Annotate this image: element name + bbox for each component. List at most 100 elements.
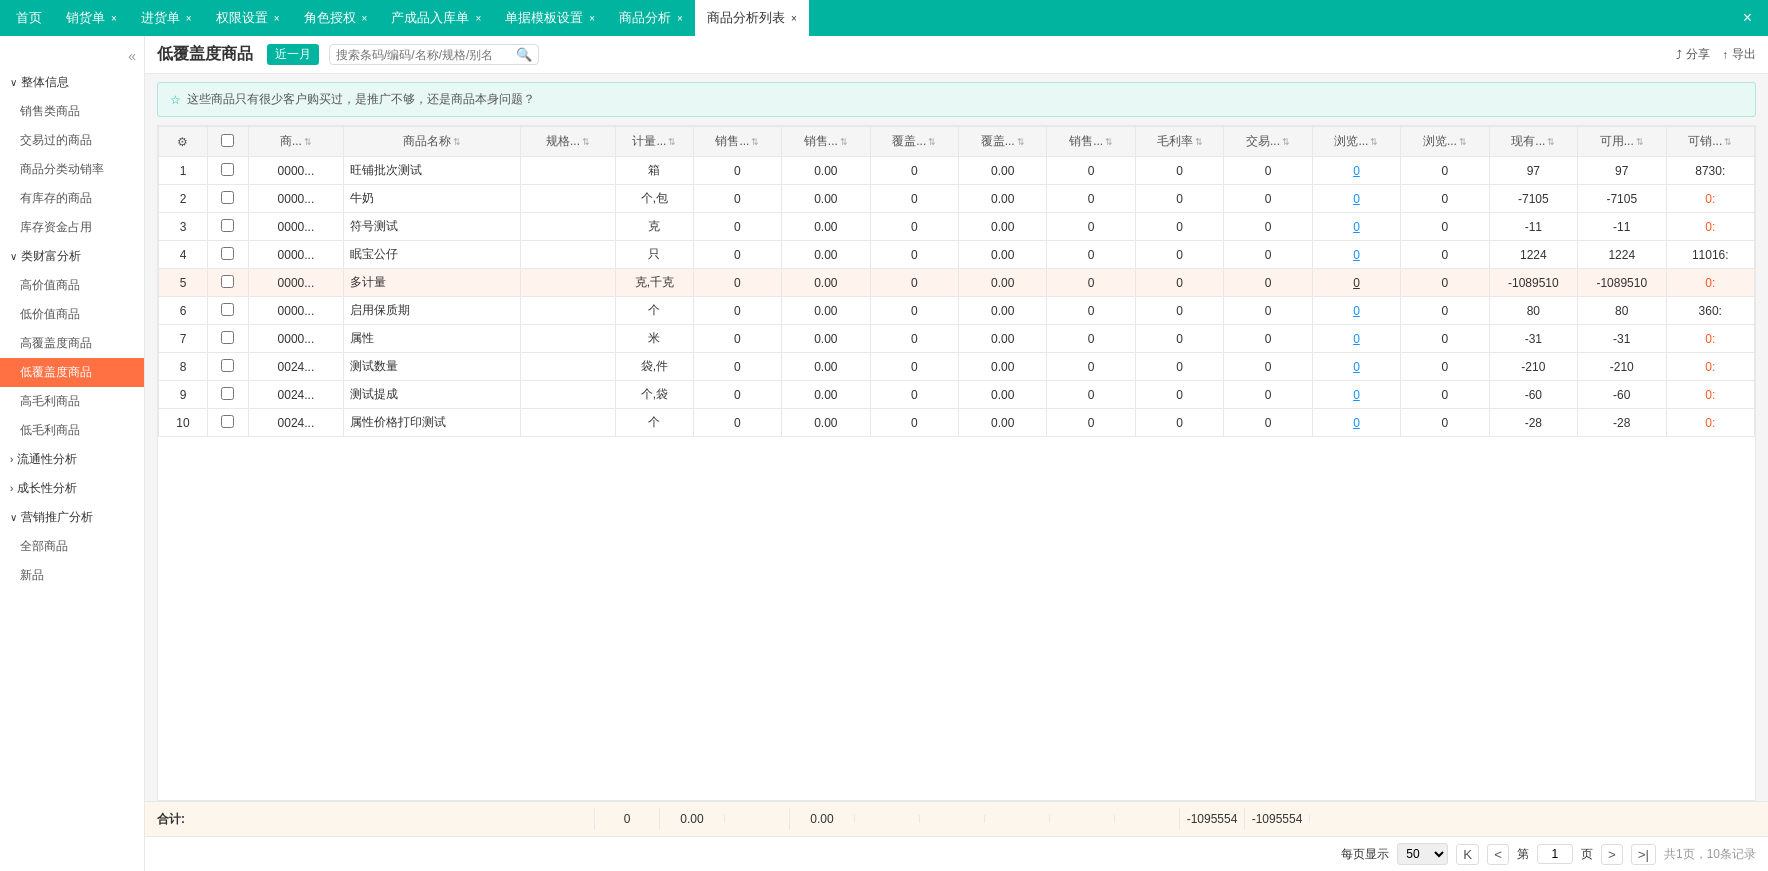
row-browse1[interactable]: 0 — [1312, 185, 1400, 213]
total-pages-label: 页 — [1581, 846, 1593, 863]
sidebar-section-growth[interactable]: › 成长性分析 — [0, 474, 144, 503]
sidebar-section-flow[interactable]: › 流通性分析 — [0, 445, 144, 474]
export-button[interactable]: ↑ 导出 — [1722, 46, 1756, 63]
row-code: 0024... — [248, 381, 343, 409]
search-icon[interactable]: 🔍 — [516, 47, 532, 62]
row-checkbox[interactable] — [207, 297, 248, 325]
row-spec — [520, 185, 615, 213]
row-sellable: 0: — [1666, 185, 1755, 213]
th-profit-rate[interactable]: 毛利率⇅ — [1135, 127, 1223, 157]
row-sales3: 0 — [1047, 185, 1135, 213]
row-checkbox[interactable] — [207, 409, 248, 437]
th-available[interactable]: 可用...⇅ — [1578, 127, 1666, 157]
sidebar-item-new-products[interactable]: 新品 — [0, 561, 144, 590]
th-browse1[interactable]: 浏览...⇅ — [1312, 127, 1400, 157]
th-cover2[interactable]: 覆盖...⇅ — [959, 127, 1047, 157]
row-browse1[interactable]: 0 — [1312, 213, 1400, 241]
sidebar-item-traded-products[interactable]: 交易过的商品 — [0, 126, 144, 155]
th-sales-amt[interactable]: 销售...⇅ — [782, 127, 870, 157]
row-checkbox[interactable] — [207, 269, 248, 297]
th-sales-qty[interactable]: 销售...⇅ — [693, 127, 781, 157]
search-input[interactable] — [336, 48, 516, 62]
row-trade: 0 — [1224, 185, 1312, 213]
th-trade[interactable]: 交易...⇅ — [1224, 127, 1312, 157]
last-page-button[interactable]: >| — [1631, 844, 1656, 865]
sidebar-collapse-button[interactable]: « — [0, 44, 144, 68]
share-button[interactable]: ⤴ 分享 — [1676, 46, 1710, 63]
nav-item-purchase[interactable]: 进货单 × — [129, 0, 204, 36]
select-all-checkbox[interactable] — [221, 134, 234, 147]
sidebar-item-low-coverage[interactable]: 低覆盖度商品 — [0, 358, 144, 387]
search-box: 🔍 — [329, 44, 539, 65]
row-browse1[interactable]: 0 — [1312, 325, 1400, 353]
row-browse1[interactable]: 0 — [1312, 157, 1400, 185]
sidebar-item-low-value[interactable]: 低价值商品 — [0, 300, 144, 329]
row-browse1[interactable]: 0 — [1312, 409, 1400, 437]
th-settings[interactable]: ⚙ — [159, 127, 208, 157]
page-number-input[interactable] — [1537, 844, 1573, 864]
sidebar-section-overall[interactable]: ∨ 整体信息 — [0, 68, 144, 97]
sidebar-item-sales-products[interactable]: 销售类商品 — [0, 97, 144, 126]
table-row: 10 0024... 属性价格打印测试 个 0 0.00 0 0.00 0 0 … — [159, 409, 1755, 437]
close-icon[interactable]: × — [589, 13, 595, 24]
sidebar-item-category-rate[interactable]: 商品分类动销率 — [0, 155, 144, 184]
close-icon[interactable]: × — [111, 13, 117, 24]
th-cover1[interactable]: 覆盖...⇅ — [870, 127, 958, 157]
row-browse1[interactable]: 0 — [1312, 269, 1400, 297]
close-icon[interactable]: × — [677, 13, 683, 24]
th-current[interactable]: 现有...⇅ — [1489, 127, 1577, 157]
nav-item-sales[interactable]: 销货单 × — [54, 0, 129, 36]
nav-item-template-settings[interactable]: 单据模板设置 × — [493, 0, 607, 36]
th-browse2[interactable]: 浏览...⇅ — [1401, 127, 1489, 157]
sidebar-section-sku[interactable]: ∨ 类财富分析 — [0, 242, 144, 271]
row-seq: 6 — [159, 297, 208, 325]
sidebar-item-high-coverage[interactable]: 高覆盖度商品 — [0, 329, 144, 358]
close-icon[interactable]: × — [791, 13, 797, 24]
th-unit[interactable]: 计量...⇅ — [616, 127, 694, 157]
top-nav: 首页 销货单 × 进货单 × 权限设置 × 角色授权 × 产成品入库单 × 单据… — [0, 0, 1768, 36]
chevron-down-icon: ∨ — [10, 251, 17, 262]
window-close-button[interactable]: × — [1731, 9, 1764, 27]
prev-page-button[interactable]: < — [1487, 844, 1509, 865]
per-page-select[interactable]: 50 20 100 200 — [1397, 843, 1448, 865]
th-name[interactable]: 商品名称⇅ — [344, 127, 521, 157]
th-code[interactable]: 商...⇅ — [248, 127, 343, 157]
nav-item-home[interactable]: 首页 — [4, 0, 54, 36]
sidebar-section-marketing[interactable]: ∨ 营销推广分析 — [0, 503, 144, 532]
row-browse1[interactable]: 0 — [1312, 297, 1400, 325]
nav-item-roles[interactable]: 角色授权 × — [292, 0, 380, 36]
row-checkbox[interactable] — [207, 241, 248, 269]
row-checkbox[interactable] — [207, 381, 248, 409]
close-icon[interactable]: × — [475, 13, 481, 24]
sort-icon: ⇅ — [928, 137, 936, 147]
row-browse1[interactable]: 0 — [1312, 241, 1400, 269]
sidebar-item-low-margin[interactable]: 低毛利商品 — [0, 416, 144, 445]
row-browse1[interactable]: 0 — [1312, 353, 1400, 381]
row-browse1[interactable]: 0 — [1312, 381, 1400, 409]
sidebar-item-high-margin[interactable]: 高毛利商品 — [0, 387, 144, 416]
th-sellable[interactable]: 可销...⇅ — [1666, 127, 1755, 157]
nav-item-product-entry[interactable]: 产成品入库单 × — [379, 0, 493, 36]
sidebar-item-in-stock[interactable]: 有库存的商品 — [0, 184, 144, 213]
close-icon[interactable]: × — [362, 13, 368, 24]
close-icon[interactable]: × — [274, 13, 280, 24]
row-checkbox[interactable] — [207, 213, 248, 241]
th-sales3[interactable]: 销售...⇅ — [1047, 127, 1135, 157]
row-checkbox[interactable] — [207, 353, 248, 381]
nav-item-product-analysis[interactable]: 商品分析 × — [607, 0, 695, 36]
period-button[interactable]: 近一月 — [267, 44, 319, 65]
per-page-label: 每页显示 — [1341, 846, 1389, 863]
row-checkbox[interactable] — [207, 325, 248, 353]
settings-icon[interactable]: ⚙ — [177, 135, 188, 149]
nav-item-permissions[interactable]: 权限设置 × — [204, 0, 292, 36]
nav-item-product-analysis-list[interactable]: 商品分析列表 × — [695, 0, 809, 36]
close-icon[interactable]: × — [186, 13, 192, 24]
sidebar-item-inventory-capital[interactable]: 库存资金占用 — [0, 213, 144, 242]
sidebar-item-all-products[interactable]: 全部商品 — [0, 532, 144, 561]
row-checkbox[interactable] — [207, 157, 248, 185]
sidebar-item-high-value[interactable]: 高价值商品 — [0, 271, 144, 300]
th-spec[interactable]: 规格...⇅ — [520, 127, 615, 157]
next-page-button[interactable]: > — [1601, 844, 1623, 865]
row-checkbox[interactable] — [207, 185, 248, 213]
first-page-button[interactable]: K — [1456, 844, 1479, 865]
